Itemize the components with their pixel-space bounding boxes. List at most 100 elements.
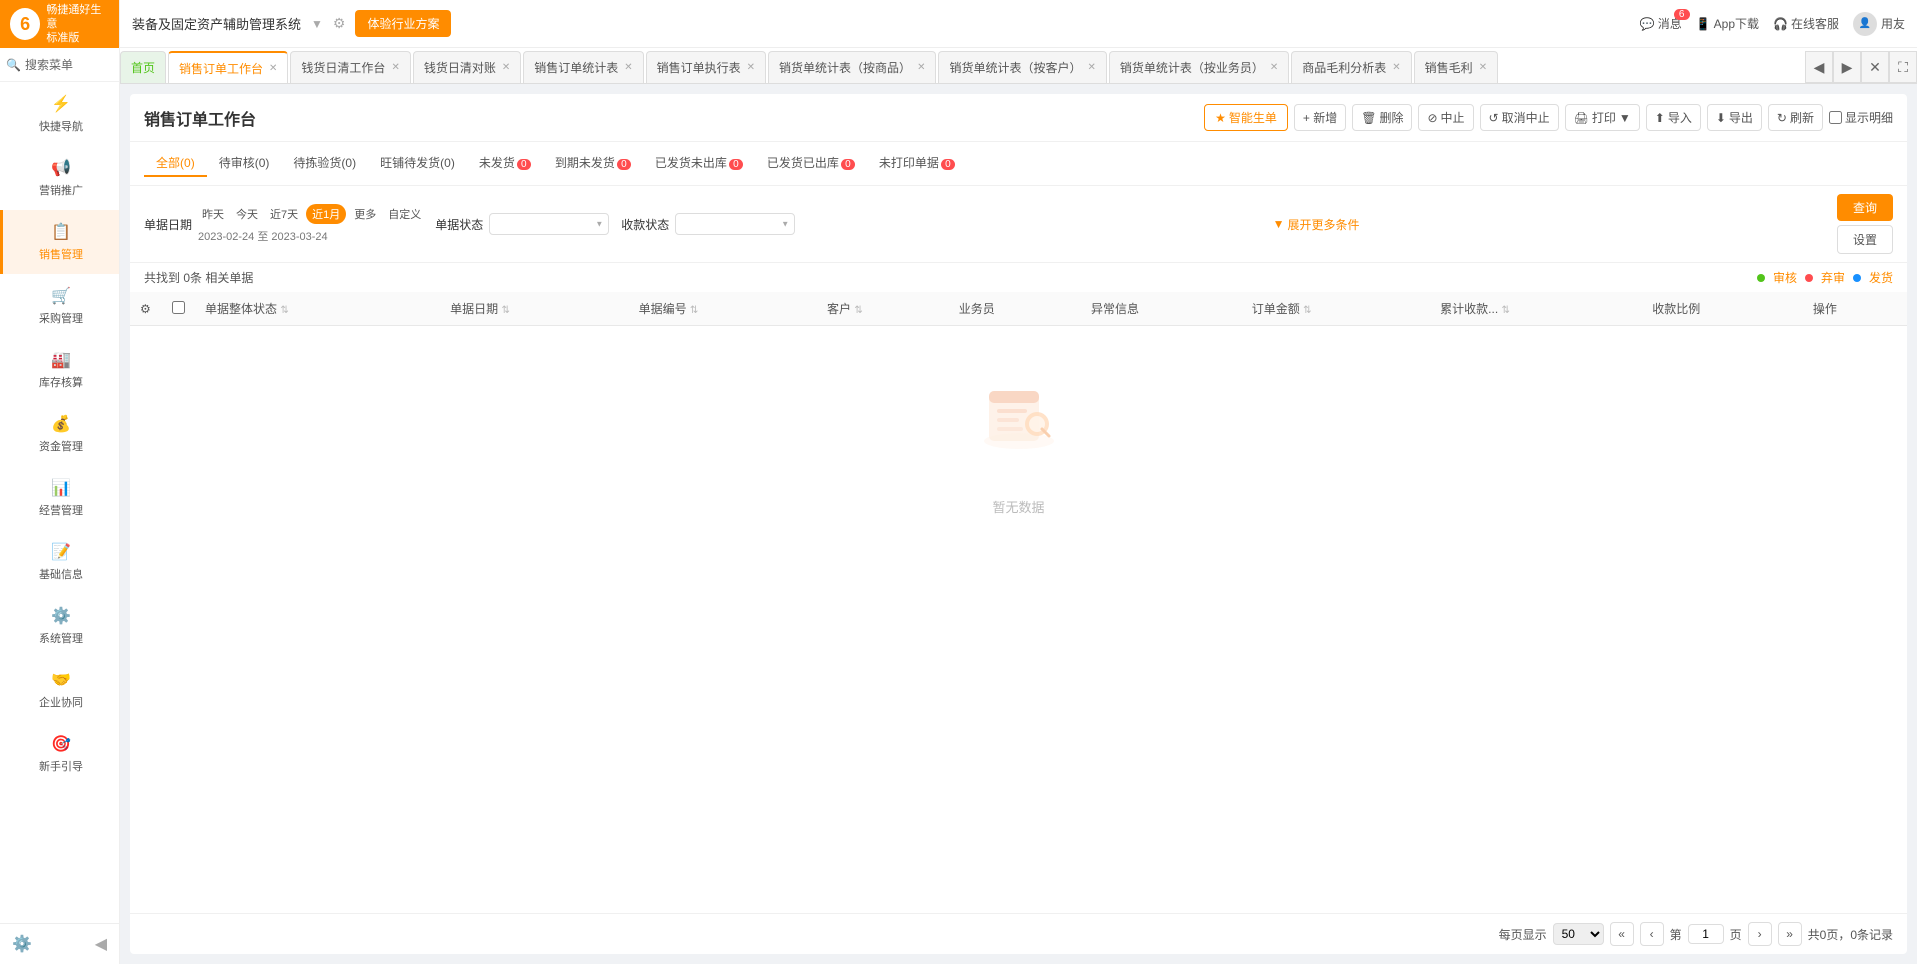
date-btn-7days[interactable]: 近7天 — [266, 204, 302, 224]
select-all-checkbox[interactable] — [172, 301, 185, 314]
filter-tab-not-printed[interactable]: 未打印单据0 — [867, 150, 967, 177]
sidebar-item-sales[interactable]: 📋 销售管理 — [0, 210, 119, 274]
tab-close-icon[interactable]: ✕ — [391, 62, 399, 73]
filter-tab-shipped-out[interactable]: 已发货已出库0 — [755, 150, 867, 177]
payment-select[interactable] — [675, 213, 795, 235]
sort-collected-icon[interactable]: ⇅ — [1502, 305, 1510, 316]
tab-close-icon[interactable]: ✕ — [747, 62, 755, 73]
import-button[interactable]: ⬆ 导入 — [1646, 104, 1701, 131]
cancel-stop-button[interactable]: ↺ 取消中止 — [1480, 104, 1559, 131]
refresh-button[interactable]: ↻ 刷新 — [1768, 104, 1823, 131]
filter-tab-shipped-not-out[interactable]: 已发货未出库0 — [643, 150, 755, 177]
review-button[interactable]: 审核 — [1773, 269, 1797, 286]
tab-close-icon[interactable]: ✕ — [1392, 62, 1400, 73]
page-first-btn[interactable]: « — [1610, 922, 1634, 946]
detail-checkbox-input[interactable] — [1829, 111, 1842, 124]
page-number-input[interactable] — [1688, 924, 1724, 944]
status-select[interactable] — [489, 213, 609, 235]
print-button[interactable]: 🖨 打印 ▼ — [1565, 104, 1640, 131]
date-btn-custom[interactable]: 自定义 — [384, 204, 425, 224]
tab-sales-staff[interactable]: 销货单统计表（按业务员） ✕ — [1109, 51, 1289, 83]
tab-close-icon[interactable]: ✕ — [269, 63, 277, 74]
tab-close-icon[interactable]: ✕ — [1479, 62, 1487, 73]
sort-date-icon[interactable]: ⇅ — [502, 305, 510, 316]
filter-tab-all[interactable]: 全部(0) — [144, 150, 207, 177]
tab-close-icon[interactable]: ✕ — [502, 62, 510, 73]
date-btn-today[interactable]: 今天 — [232, 204, 262, 224]
table-header-status: 单据整体状态 ⇅ — [195, 292, 440, 326]
tab-reconciliation[interactable]: 钱货日清对账 ✕ — [413, 51, 521, 83]
tab-maximize-btn[interactable]: ⛶ — [1889, 51, 1917, 83]
page-prev-btn[interactable]: ‹ — [1640, 922, 1664, 946]
tab-close-icon[interactable]: ✕ — [1270, 62, 1278, 73]
app-download-btn[interactable]: 📱 App下载 — [1696, 15, 1759, 32]
sidebar-item-quick-nav[interactable]: ⚡ 快捷导航 — [0, 82, 119, 146]
tab-close-icon[interactable]: ✕ — [624, 62, 632, 73]
industry-solution-button[interactable]: 体验行业方案 — [355, 10, 451, 37]
smart-create-button[interactable]: ★ 智能生单 — [1204, 104, 1288, 131]
online-service-btn[interactable]: 🎧 在线客服 — [1773, 15, 1839, 32]
sidebar-item-system[interactable]: ⚙️ 系统管理 — [0, 594, 119, 658]
dropdown-icon[interactable]: ▼ — [311, 17, 323, 31]
sidebar-item-inventory[interactable]: 🏭 库存核算 — [0, 338, 119, 402]
tab-scroll-right-btn[interactable]: ▶ — [1833, 51, 1861, 83]
tab-sales-customer[interactable]: 销货单统计表（按客户） ✕ — [938, 51, 1106, 83]
add-button[interactable]: + 新增 — [1294, 104, 1346, 131]
date-btn-more[interactable]: 更多 — [350, 204, 380, 224]
sort-number-icon[interactable]: ⇅ — [690, 305, 698, 316]
export-button[interactable]: ⬇ 导出 — [1707, 104, 1762, 131]
table-header-checkbox[interactable] — [162, 292, 195, 326]
page-next-btn[interactable]: › — [1748, 922, 1772, 946]
sidebar-item-enterprise[interactable]: 🤝 企业协同 — [0, 658, 119, 722]
settings-icon[interactable]: ⚙️ — [12, 934, 32, 954]
date-btn-1month[interactable]: 近1月 — [306, 204, 346, 224]
date-btn-yesterday[interactable]: 昨天 — [198, 204, 228, 224]
tab-close-icon[interactable]: ✕ — [1087, 62, 1095, 73]
sidebar-footer: ⚙️ ◀ — [0, 923, 119, 964]
tab-close-all-btn[interactable]: ✕ — [1861, 51, 1889, 83]
user-menu-btn[interactable]: 👤 用友 — [1853, 12, 1905, 36]
tab-margin-analysis[interactable]: 商品毛利分析表 ✕ — [1291, 51, 1411, 83]
filter-tab-overdue-not-shipped[interactable]: 到期未发货0 — [543, 150, 643, 177]
sidebar-item-guide[interactable]: 🎯 新手引导 — [0, 722, 119, 786]
filter-tab-pending-inspect[interactable]: 待拣验货(0) — [281, 150, 368, 177]
sort-amount-icon[interactable]: ⇅ — [1303, 305, 1311, 316]
message-btn[interactable]: 💬 消息 6 — [1640, 15, 1682, 32]
tab-sales-margin[interactable]: 销售毛利 ✕ — [1414, 51, 1498, 83]
abandon-button[interactable]: 弃审 — [1821, 269, 1845, 286]
stop-button[interactable]: ⊘ 中止 — [1418, 104, 1473, 131]
show-detail-checkbox[interactable]: 显示明细 — [1829, 109, 1893, 126]
tab-home[interactable]: 首页 — [120, 51, 166, 83]
sidebar-search-menu[interactable]: 🔍 搜索菜单 — [0, 48, 119, 82]
query-button[interactable]: 查询 — [1837, 194, 1893, 221]
ship-button[interactable]: 发货 — [1869, 269, 1893, 286]
sort-customer-icon[interactable]: ⇅ — [854, 305, 862, 316]
filter-tab-not-shipped[interactable]: 未发货0 — [467, 150, 543, 177]
tab-sales-workbench[interactable]: 销售订单工作台 ✕ — [168, 51, 288, 83]
tab-scroll-left-btn[interactable]: ◀ — [1805, 51, 1833, 83]
page-size-select[interactable]: 50 10 20 100 — [1553, 923, 1604, 945]
setting-button[interactable]: 设置 — [1837, 225, 1893, 254]
sidebar-item-purchase[interactable]: 🛒 采购管理 — [0, 274, 119, 338]
tab-cash-daily[interactable]: 钱货日清工作台 ✕ — [290, 51, 410, 83]
data-table-scroll[interactable]: ⚙ 单据整体状态 ⇅ 单据日期 ⇅ 单据编号 — [130, 292, 1907, 913]
delete-button[interactable]: 🗑 删除 — [1352, 104, 1412, 131]
sidebar-item-basic-info[interactable]: 📝 基础信息 — [0, 530, 119, 594]
sidebar-item-operations[interactable]: 📊 经营管理 — [0, 466, 119, 530]
sidebar-item-marketing[interactable]: 📢 营销推广 — [0, 146, 119, 210]
sort-status-icon[interactable]: ⇅ — [280, 305, 288, 316]
workspace-actions: ★ 智能生单 + 新增 🗑 删除 ⊘ 中止 ↺ 取消中止 — [1204, 104, 1893, 131]
collapse-icon[interactable]: ◀ — [95, 934, 107, 954]
filter-tab-pending-review[interactable]: 待审核(0) — [207, 150, 282, 177]
expand-conditions-button[interactable]: ▼ 展开更多条件 — [1273, 216, 1360, 233]
tab-sales-product[interactable]: 销货单统计表（按商品） ✕ — [768, 51, 936, 83]
tab-sales-stats[interactable]: 销售订单统计表 ✕ — [523, 51, 643, 83]
tab-home-label: 首页 — [131, 59, 155, 76]
tab-sales-exec[interactable]: 销售订单执行表 ✕ — [646, 51, 766, 83]
tab-close-icon[interactable]: ✕ — [917, 62, 925, 73]
sidebar-item-finance[interactable]: 💰 资金管理 — [0, 402, 119, 466]
table-header-config[interactable]: ⚙ — [130, 292, 162, 326]
page-last-btn[interactable]: » — [1778, 922, 1802, 946]
filter-tab-wangpu[interactable]: 旺铺待发货(0) — [368, 150, 467, 177]
settings-btn[interactable]: ⚙ — [333, 15, 346, 32]
